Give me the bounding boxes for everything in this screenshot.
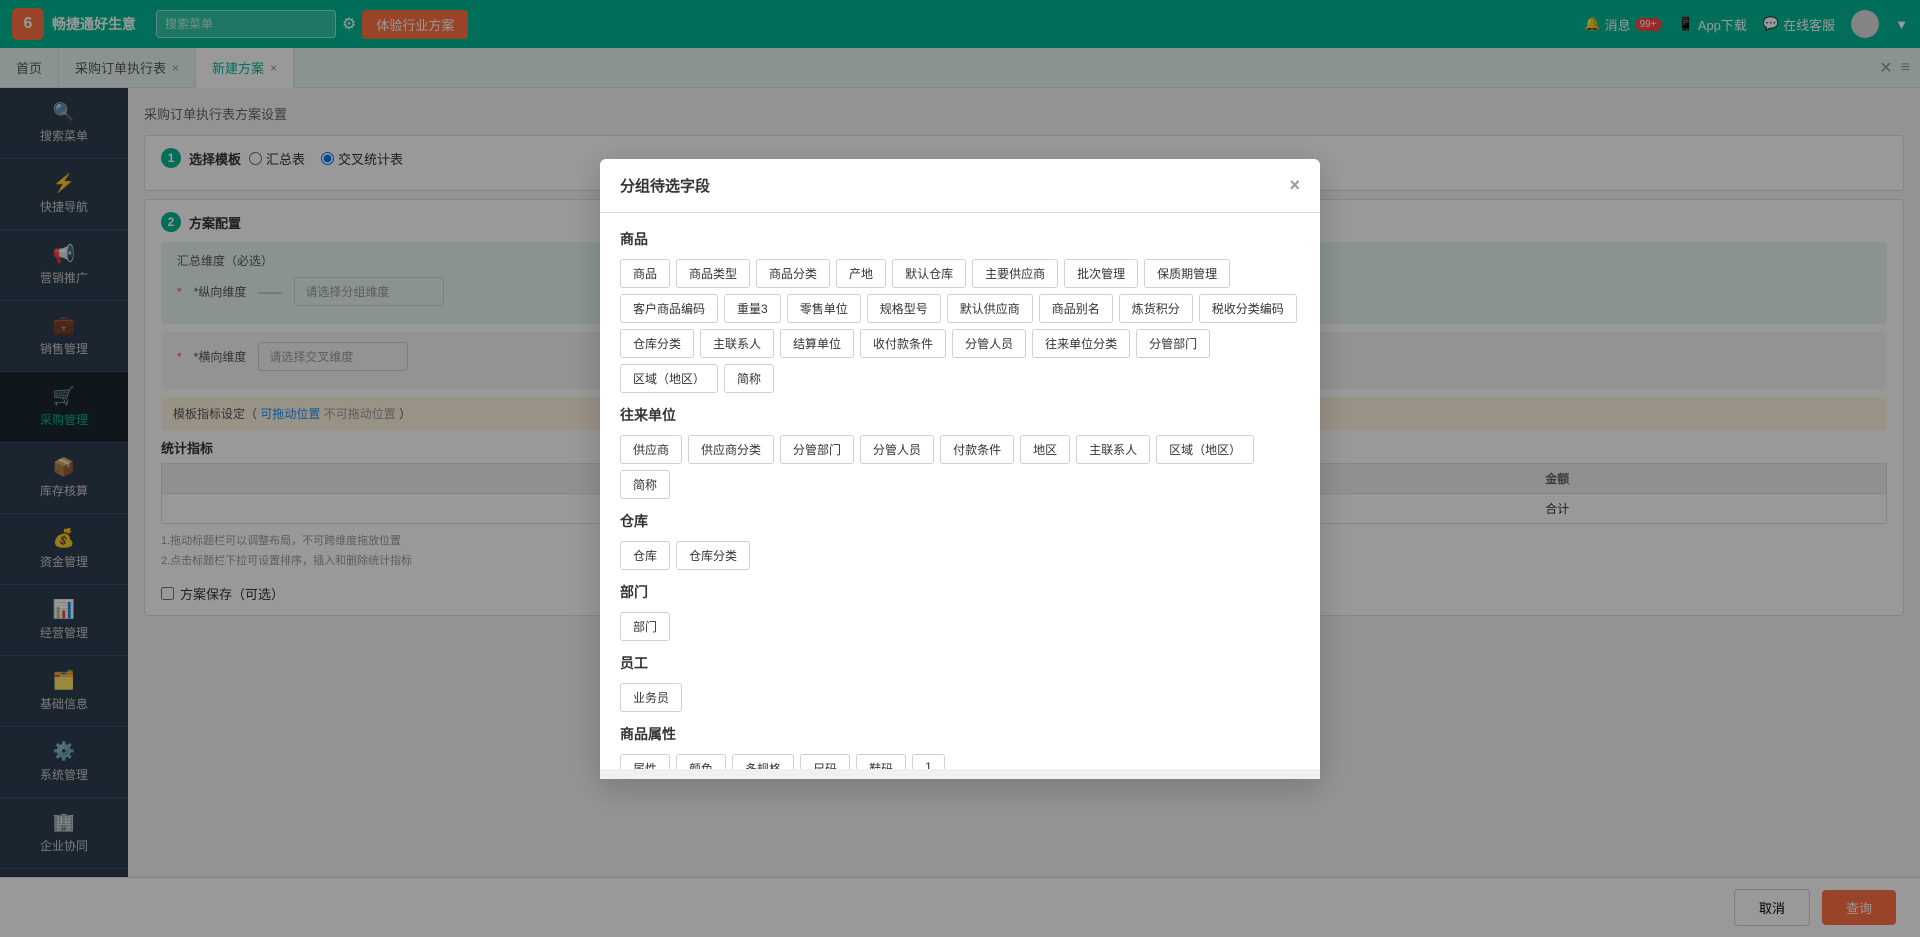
field-tag[interactable]: 区域（地区） <box>1156 435 1254 464</box>
field-tag[interactable]: 主联系人 <box>700 329 774 358</box>
field-tag[interactable]: 批次管理 <box>1064 259 1138 288</box>
field-tag[interactable]: 多规格 <box>732 754 794 770</box>
field-tag[interactable]: 产地 <box>836 259 886 288</box>
field-tag[interactable]: 商品别名 <box>1039 294 1113 323</box>
field-tag[interactable]: 商品类型 <box>676 259 750 288</box>
field-tag[interactable]: 零售单位 <box>787 294 861 323</box>
field-tag[interactable]: 供应商分类 <box>688 435 774 464</box>
field-tag[interactable]: 仓库分类 <box>620 329 694 358</box>
modal-overlay: 分组待选字段 × 商品商品商品类型商品分类产地默认仓库主要供应商批次管理保质期管… <box>0 0 1920 937</box>
field-tag[interactable]: 1 <box>912 754 945 770</box>
field-tag[interactable]: 简称 <box>724 364 774 393</box>
field-tag[interactable]: 仓库分类 <box>676 541 750 570</box>
field-tag[interactable]: 分管部门 <box>780 435 854 464</box>
field-tag[interactable]: 颜色 <box>676 754 726 770</box>
h-scrollbar[interactable] <box>600 769 1320 778</box>
field-tag[interactable]: 属性 <box>620 754 670 770</box>
field-tag[interactable]: 规格型号 <box>867 294 941 323</box>
modal-dialog: 分组待选字段 × 商品商品商品类型商品分类产地默认仓库主要供应商批次管理保质期管… <box>600 159 1320 779</box>
field-tags: 业务员 <box>620 683 1300 712</box>
field-tag[interactable]: 重量3 <box>724 294 781 323</box>
field-tag[interactable]: 税收分类编码 <box>1199 294 1297 323</box>
field-tag[interactable]: 商品 <box>620 259 670 288</box>
field-tag[interactable]: 默认仓库 <box>892 259 966 288</box>
field-group-title: 员工 <box>620 653 1300 673</box>
field-tag[interactable]: 部门 <box>620 612 670 641</box>
field-tag[interactable]: 商品分类 <box>756 259 830 288</box>
field-tag[interactable]: 默认供应商 <box>947 294 1033 323</box>
field-tag[interactable]: 分管人员 <box>860 435 934 464</box>
field-tag[interactable]: 结算单位 <box>780 329 854 358</box>
field-group-title: 仓库 <box>620 511 1300 531</box>
field-tag[interactable]: 尺码 <box>800 754 850 770</box>
field-tags: 属性颜色多规格尺码鞋码 1 <box>620 754 1300 770</box>
field-tag[interactable]: 业务员 <box>620 683 682 712</box>
field-tag[interactable]: 区域（地区） <box>620 364 718 393</box>
field-tag[interactable]: 付款条件 <box>940 435 1014 464</box>
field-tag[interactable]: 供应商 <box>620 435 682 464</box>
field-tag[interactable]: 保质期管理 <box>1144 259 1230 288</box>
field-group-title: 商品 <box>620 229 1300 249</box>
field-tags: 商品商品类型商品分类产地默认仓库主要供应商批次管理保质期管理客户商品编码重量3零… <box>620 259 1300 393</box>
field-tags: 部门 <box>620 612 1300 641</box>
modal-body: 商品商品商品类型商品分类产地默认仓库主要供应商批次管理保质期管理客户商品编码重量… <box>600 213 1320 770</box>
field-tag[interactable]: 往来单位分类 <box>1032 329 1130 358</box>
field-tag[interactable]: 炼货积分 <box>1119 294 1193 323</box>
modal-header: 分组待选字段 × <box>600 159 1320 213</box>
field-tag[interactable]: 分管人员 <box>952 329 1026 358</box>
field-tags: 供应商供应商分类分管部门分管人员付款条件地区主联系人区域（地区） 简称 <box>620 435 1300 499</box>
field-group-title: 部门 <box>620 582 1300 602</box>
field-tags: 仓库仓库分类 <box>620 541 1300 570</box>
field-tag[interactable]: 收付款条件 <box>860 329 946 358</box>
field-tag[interactable]: 简称 <box>620 470 670 499</box>
field-group-title: 往来单位 <box>620 405 1300 425</box>
field-tag[interactable]: 主联系人 <box>1076 435 1150 464</box>
field-tag[interactable]: 地区 <box>1020 435 1070 464</box>
field-tag[interactable]: 仓库 <box>620 541 670 570</box>
field-group-title: 商品属性 <box>620 724 1300 744</box>
field-tag[interactable]: 分管部门 <box>1136 329 1210 358</box>
field-tag[interactable]: 客户商品编码 <box>620 294 718 323</box>
modal-title: 分组待选字段 <box>620 175 710 196</box>
modal-close-btn[interactable]: × <box>1289 175 1300 196</box>
field-tag[interactable]: 主要供应商 <box>972 259 1058 288</box>
field-tag[interactable]: 鞋码 <box>856 754 906 770</box>
